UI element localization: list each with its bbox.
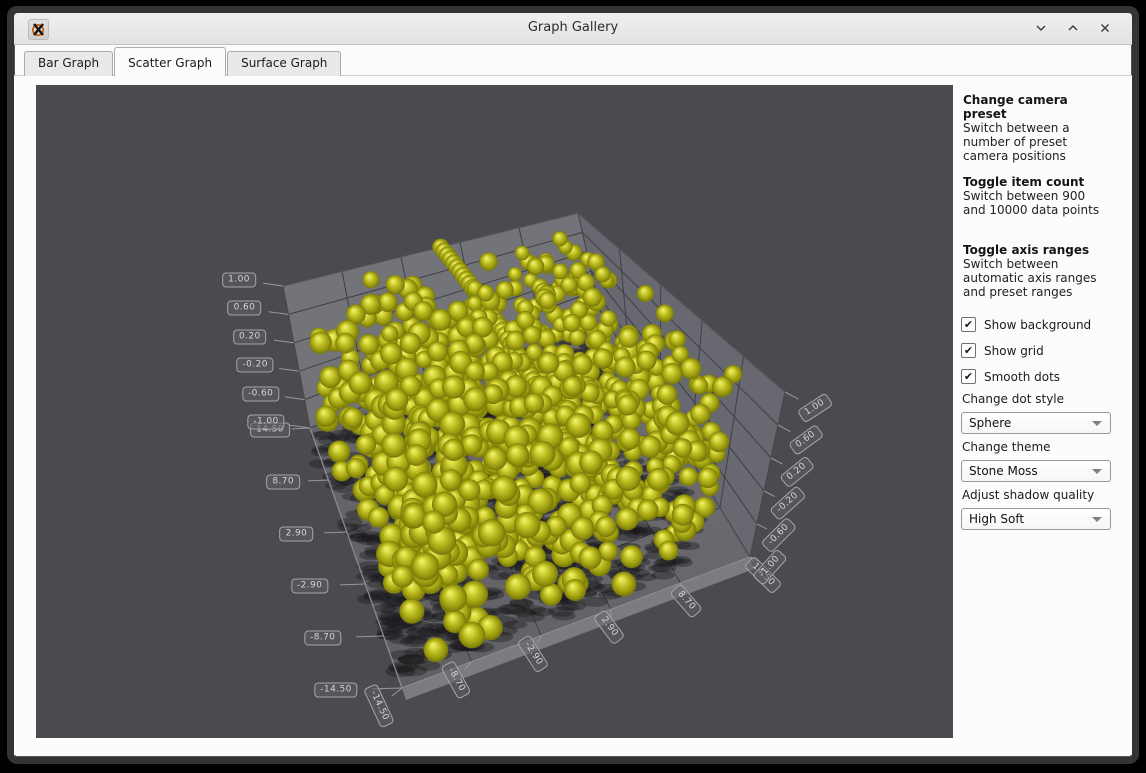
minimize-button[interactable] xyxy=(1032,19,1050,37)
dropdown-value: Stone Moss xyxy=(969,464,1038,478)
tab-surface-graph[interactable]: Surface Graph xyxy=(227,51,342,76)
tab-bar: Bar Graph Scatter Graph Surface Graph xyxy=(14,44,1132,76)
checkbox-label: Show background xyxy=(984,317,1092,332)
window-title: Graph Gallery xyxy=(527,20,619,35)
section-toggle-item-count[interactable]: Toggle item count Switch between 900 and… xyxy=(963,175,1113,217)
tab-bar-graph[interactable]: Bar Graph xyxy=(24,51,114,76)
shadow-quality-label: Adjust shadow quality xyxy=(962,488,1095,502)
checkbox-box[interactable]: ✔ xyxy=(961,317,976,332)
close-button[interactable] xyxy=(1096,19,1114,37)
section-description: Switch between a number of preset camera… xyxy=(963,121,1070,163)
chevron-up-icon xyxy=(1068,25,1078,31)
axis-tick-label: -2.90 xyxy=(290,578,329,594)
tab-scatter-graph[interactable]: Scatter Graph xyxy=(114,47,227,76)
window-controls xyxy=(1032,19,1114,37)
close-icon xyxy=(1101,24,1109,32)
checkbox-box[interactable]: ✔ xyxy=(961,369,976,384)
section-description: Switch between automatic axis ranges and… xyxy=(963,257,1097,299)
axis-tick-label: 1.00 xyxy=(222,272,256,288)
shadow-quality-dropdown[interactable]: High Soft xyxy=(961,508,1111,530)
titlebar[interactable]: Graph Gallery xyxy=(14,13,1132,45)
section-title[interactable]: Change camera preset xyxy=(963,93,1113,121)
section-title[interactable]: Toggle item count xyxy=(963,175,1113,189)
checkbox-label: Smooth dots xyxy=(984,369,1061,384)
axis-tick-label: 2.90 xyxy=(279,526,314,542)
dropdown-value: Sphere xyxy=(969,416,1012,430)
screen: Graph Gallery Bar Graph Scatter Graph Su… xyxy=(0,0,1146,773)
dropdown-arrow-icon xyxy=(1092,468,1102,474)
axis-tick-label: -0.60 xyxy=(241,386,280,402)
axis-tick-label: -1.00 xyxy=(247,414,285,430)
axis-tick-label: 8.70 xyxy=(266,474,301,490)
axis-tick-label: -8.70 xyxy=(304,630,342,646)
axis-tick-label: -0.20 xyxy=(236,357,274,373)
checkbox-box[interactable]: ✔ xyxy=(961,343,976,358)
section-description: Switch between 900 and 10000 data points xyxy=(963,189,1100,217)
section-toggle-axis-ranges[interactable]: Toggle axis ranges Switch between automa… xyxy=(963,243,1113,299)
checkbox-smooth-dots[interactable]: ✔ Smooth dots xyxy=(961,369,1060,384)
axis-tick-label: 0.60 xyxy=(227,300,262,316)
theme-label: Change theme xyxy=(962,440,1051,454)
section-title[interactable]: Toggle axis ranges xyxy=(963,243,1113,257)
maximize-button[interactable] xyxy=(1064,19,1082,37)
theme-dropdown[interactable]: Stone Moss xyxy=(961,460,1111,482)
dropdown-value: High Soft xyxy=(969,512,1025,526)
dot-style-label: Change dot style xyxy=(962,392,1065,406)
chevron-down-icon xyxy=(1036,25,1046,31)
dropdown-arrow-icon xyxy=(1092,420,1102,426)
checkbox-show-background[interactable]: ✔ Show background xyxy=(961,317,1091,332)
dot-style-dropdown[interactable]: Sphere xyxy=(961,412,1111,434)
dropdown-arrow-icon xyxy=(1092,516,1102,522)
axis-tick-label: 0.20 xyxy=(232,329,267,345)
scatter-3d-view[interactable]: -14.50 -8.70 -2.90 2.90 8.70 14.50 -14.50 -8.70… xyxy=(36,85,953,738)
checkbox-show-grid[interactable]: ✔ Show grid xyxy=(961,343,1044,358)
section-change-camera-preset[interactable]: Change camera preset Switch between a nu… xyxy=(963,93,1113,163)
checkbox-label: Show grid xyxy=(984,343,1044,358)
axis-tick-label: -14.50 xyxy=(314,682,358,698)
sidebar: Change camera preset Switch between a nu… xyxy=(960,85,1130,725)
